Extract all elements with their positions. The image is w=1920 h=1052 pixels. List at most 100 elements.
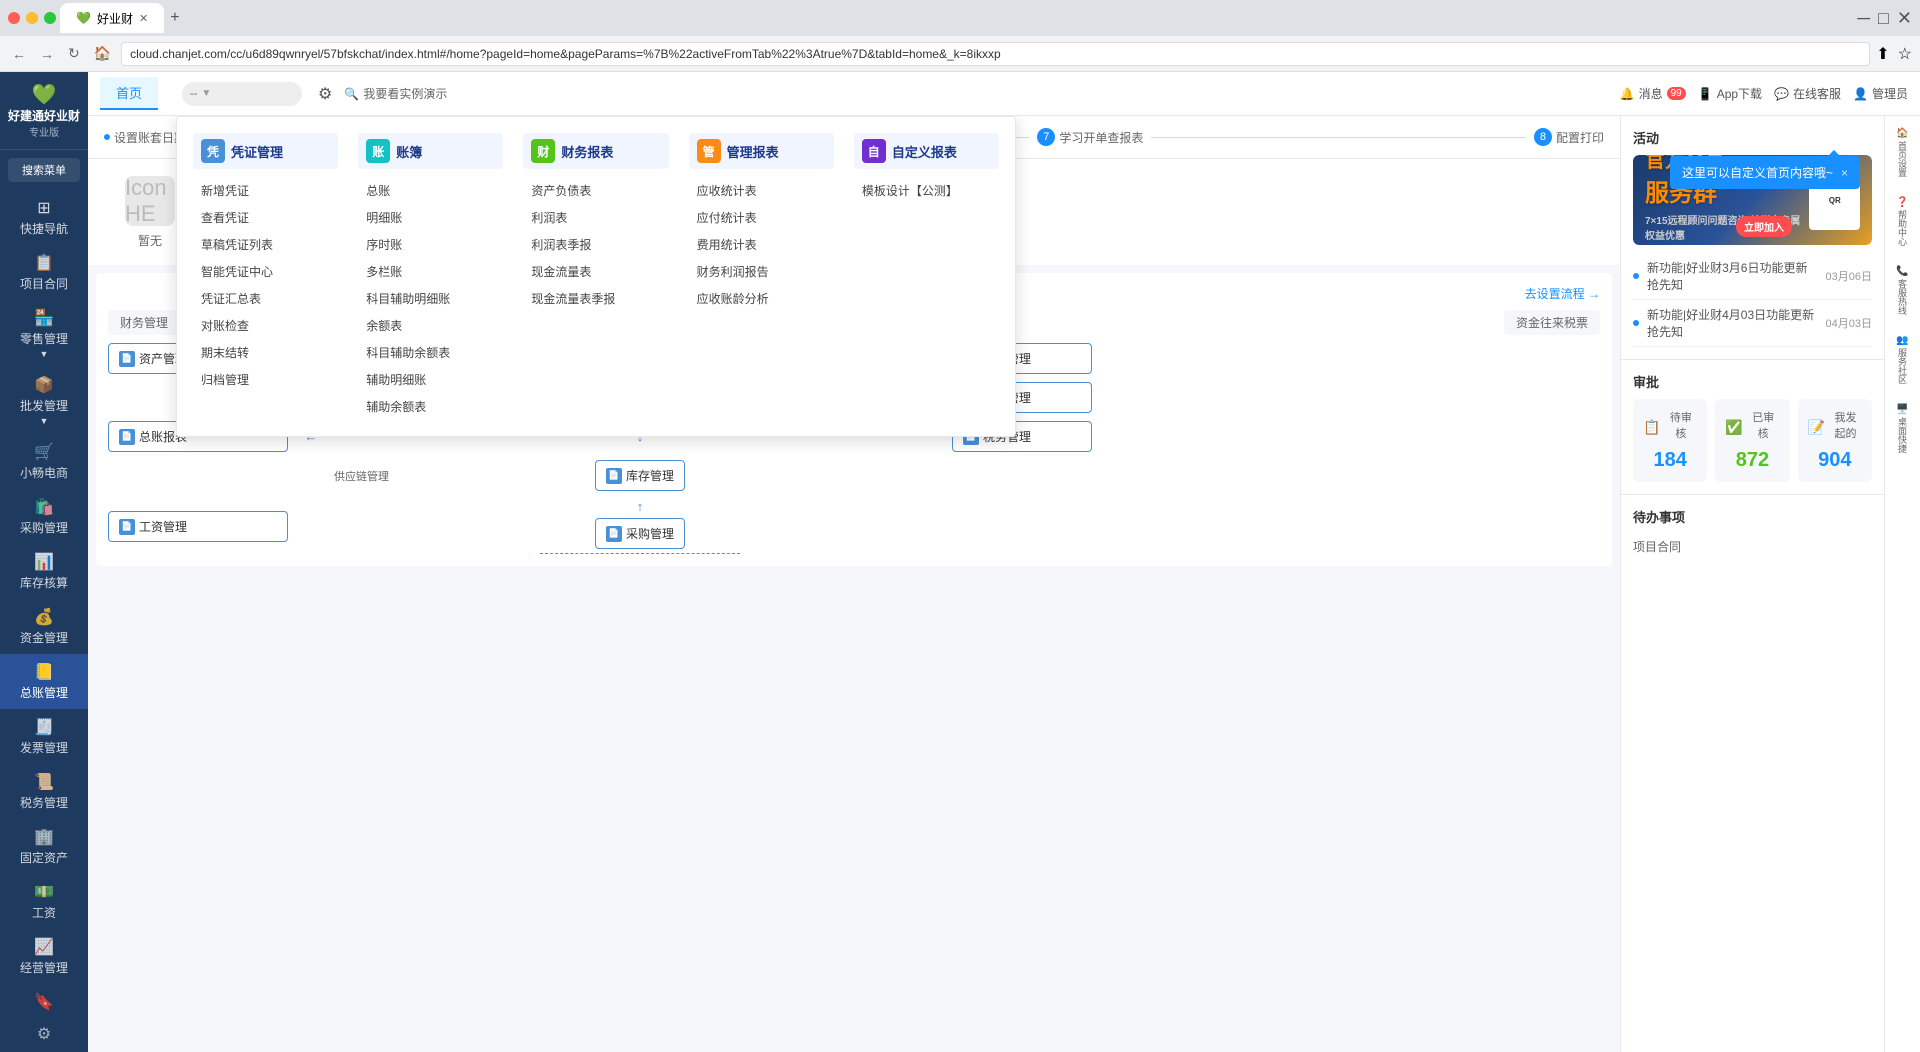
sidebar-item-general-ledger[interactable]: 📒 总账管理: [0, 654, 88, 709]
menu-item-balance-sheet[interactable]: 资产负债表: [523, 177, 668, 204]
menu-item-ar-stats[interactable]: 应收统计表: [689, 177, 834, 204]
sidebar-item-purchase[interactable]: 🛍️ 采购管理: [0, 489, 88, 544]
menu-item-ap-stats[interactable]: 应付统计表: [689, 204, 834, 231]
sidebar-item-invoice[interactable]: 🧾 发票管理: [0, 709, 88, 764]
tab-close-btn[interactable]: ✕: [139, 12, 148, 25]
desktop-icon: 🖥️: [1896, 404, 1908, 415]
notify-close-btn[interactable]: ×: [1841, 166, 1848, 180]
purchase-col: ↑ 📄 采购管理: [560, 499, 720, 554]
menu-item-aux-balance[interactable]: 辅助余额表: [358, 393, 503, 420]
dropdown-menu: 凭 凭证管理 新增凭证 查看凭证 草稿凭证列表 智能凭证中心 凭证汇总表 对账检…: [176, 116, 1016, 437]
cast-icon[interactable]: ⬆: [1876, 44, 1889, 64]
goto-flow-link[interactable]: 去设置流程 →: [1525, 285, 1600, 302]
nav-home[interactable]: 🏠: [90, 43, 115, 64]
nav-forward[interactable]: →: [36, 44, 58, 64]
menu-item-period-close[interactable]: 期末结转: [193, 339, 338, 366]
pending-item[interactable]: 项目合同: [1633, 534, 1872, 559]
right-sidebar-community[interactable]: 👥 服务社区: [1896, 331, 1909, 388]
address-input[interactable]: [121, 42, 1870, 66]
app-download-btn[interactable]: 📱 App下载: [1698, 85, 1762, 102]
nav-refresh[interactable]: ↻: [64, 43, 84, 64]
menu-item-cashflow[interactable]: 现金流量表: [523, 258, 668, 285]
notification-btn[interactable]: 🔔 消息 99: [1620, 85, 1686, 102]
sidebar-item-retail[interactable]: 🏪 零售管理 ▼: [0, 300, 88, 367]
bookmark-icon[interactable]: ☆: [1898, 44, 1912, 64]
org-selector[interactable]: -- ▼: [182, 82, 302, 106]
active-tab[interactable]: 💚 好业财 ✕: [60, 3, 164, 33]
menu-item-general-ledger[interactable]: 总账: [358, 177, 503, 204]
menu-item-subject-aux-detail[interactable]: 科目辅助明细账: [358, 285, 503, 312]
menu-item-view-voucher[interactable]: 查看凭证: [193, 204, 338, 231]
window-close[interactable]: ✕: [1897, 8, 1912, 29]
menu-item-income-stmt[interactable]: 利润表: [523, 204, 668, 231]
menu-item-multi-col-ledger[interactable]: 多栏账: [358, 258, 503, 285]
menu-item-aux-detail[interactable]: 辅助明细账: [358, 366, 503, 393]
window-close-btn[interactable]: [8, 12, 20, 24]
menu-column-voucher: 凭 凭证管理 新增凭证 查看凭证 草稿凭证列表 智能凭证中心 凭证汇总表 对账检…: [193, 133, 338, 420]
sidebar-item-quick-nav[interactable]: ⊞ 快捷导航: [0, 190, 88, 245]
menu-item-ar-aging[interactable]: 应收账龄分析: [689, 285, 834, 312]
menu-item-archive[interactable]: 归档管理: [193, 366, 338, 393]
menu-item-subject-aux-balance[interactable]: 科目辅助余额表: [358, 339, 503, 366]
right-sidebar-desktop[interactable]: 🖥️ 桌面快捷: [1896, 400, 1909, 457]
sidebar-item-tax[interactable]: 📜 税务管理: [0, 764, 88, 819]
online-service-btn[interactable]: 💬 在线客服: [1774, 85, 1841, 102]
flow-group-fund: 资金往来税票: [1504, 310, 1600, 335]
sidebar-search-btn[interactable]: 搜索菜单: [8, 158, 80, 182]
menu-item-smart-voucher[interactable]: 智能凭证中心: [193, 258, 338, 285]
inventory-mgmt-node[interactable]: 📄 库存管理: [595, 460, 685, 491]
sidebar-item-operations[interactable]: 📈 经营管理: [0, 929, 88, 984]
menu-item-cashflow-quarterly[interactable]: 现金流量表季报: [523, 285, 668, 312]
tab-home[interactable]: 首页: [100, 77, 158, 110]
sidebar-item-salary[interactable]: 💵 工资: [0, 874, 88, 929]
pending-label: 待审核: [1664, 409, 1697, 441]
approval-card-approved[interactable]: ✅ 已审核 872: [1715, 399, 1789, 482]
menu-item-draft-voucher[interactable]: 草稿凭证列表: [193, 231, 338, 258]
sidebar-item-small-sales[interactable]: 🔖 小畅销售: [0, 984, 88, 1016]
window-controls[interactable]: [8, 12, 56, 24]
menu-item-income-quarterly[interactable]: 利润表季报: [523, 231, 668, 258]
menu-item-new-voucher[interactable]: 新增凭证: [193, 177, 338, 204]
news-date-2: 04月03日: [1826, 315, 1872, 331]
window-restore[interactable]: □: [1878, 8, 1889, 29]
nav-back[interactable]: ←: [8, 44, 30, 64]
menu-item-balance[interactable]: 余额表: [358, 312, 503, 339]
right-sidebar-help[interactable]: ❓ 帮助中心: [1896, 193, 1909, 250]
menu-item-sequence-ledger[interactable]: 序时账: [358, 231, 503, 258]
header-search-demo[interactable]: 🔍 我要看实例演示: [344, 85, 447, 102]
right-sidebar-hotline[interactable]: 📞 客服热线: [1896, 262, 1909, 319]
browser-toolbar: ⬆ ☆: [1876, 44, 1912, 64]
right-sidebar-home-settings[interactable]: 🏠 首页设置: [1896, 124, 1909, 181]
notification-label: 消息: [1639, 85, 1663, 102]
approval-card-my-initiated[interactable]: 📝 我发起的 904: [1798, 399, 1872, 482]
window-max-btn[interactable]: [44, 12, 56, 24]
news-item-1[interactable]: 新功能|好业财3月6日功能更新抢先知 03月06日: [1633, 253, 1872, 300]
menu-item-template-design[interactable]: 模板设计【公测】: [854, 177, 999, 204]
menu-item-voucher-summary[interactable]: 凭证汇总表: [193, 285, 338, 312]
user-profile-btn[interactable]: 👤 管理员: [1853, 85, 1908, 102]
purchase-mgmt-node[interactable]: 📄 采购管理: [595, 518, 685, 549]
menu-item-cost-stats[interactable]: 费用统计表: [689, 231, 834, 258]
menu-item-detail-ledger[interactable]: 明细账: [358, 204, 503, 231]
sidebar-item-finance[interactable]: 💰 资金管理: [0, 599, 88, 654]
news-item-2[interactable]: 新功能|好业财4月03日功能更新抢先知 04月03日: [1633, 300, 1872, 347]
new-tab-btn[interactable]: +: [164, 9, 185, 27]
notify-arrow: [1828, 150, 1840, 156]
sidebar-settings-btn[interactable]: ⚙: [37, 1026, 51, 1043]
sidebar-item-project-contract[interactable]: 📋 项目合同: [0, 245, 88, 300]
sidebar-item-ecommerce[interactable]: 🛒 小畅电商: [0, 434, 88, 489]
window-minimize[interactable]: ─: [1857, 8, 1870, 29]
approval-card-pending[interactable]: 📋 待审核 184: [1633, 399, 1707, 482]
menu-item-profit-report[interactable]: 财务利润报告: [689, 258, 834, 285]
window-min-btn[interactable]: [26, 12, 38, 24]
join-btn[interactable]: 立即加入: [1736, 216, 1792, 237]
sidebar-item-wholesale[interactable]: 📦 批发管理 ▼: [0, 367, 88, 434]
menu-item-reconcile[interactable]: 对账检查: [193, 312, 338, 339]
flow-group-finance: 财务管理: [108, 310, 180, 335]
sidebar-item-fixed-assets[interactable]: 🏢 固定资产: [0, 819, 88, 874]
sidebar-item-inventory[interactable]: 📊 库存核算: [0, 544, 88, 599]
settings-gear-icon[interactable]: ⚙: [318, 84, 332, 104]
notification-badge: 99: [1667, 87, 1686, 100]
salary-mgmt-node[interactable]: 📄 工资管理: [108, 511, 288, 542]
approved-header: ✅ 已审核: [1725, 409, 1779, 445]
